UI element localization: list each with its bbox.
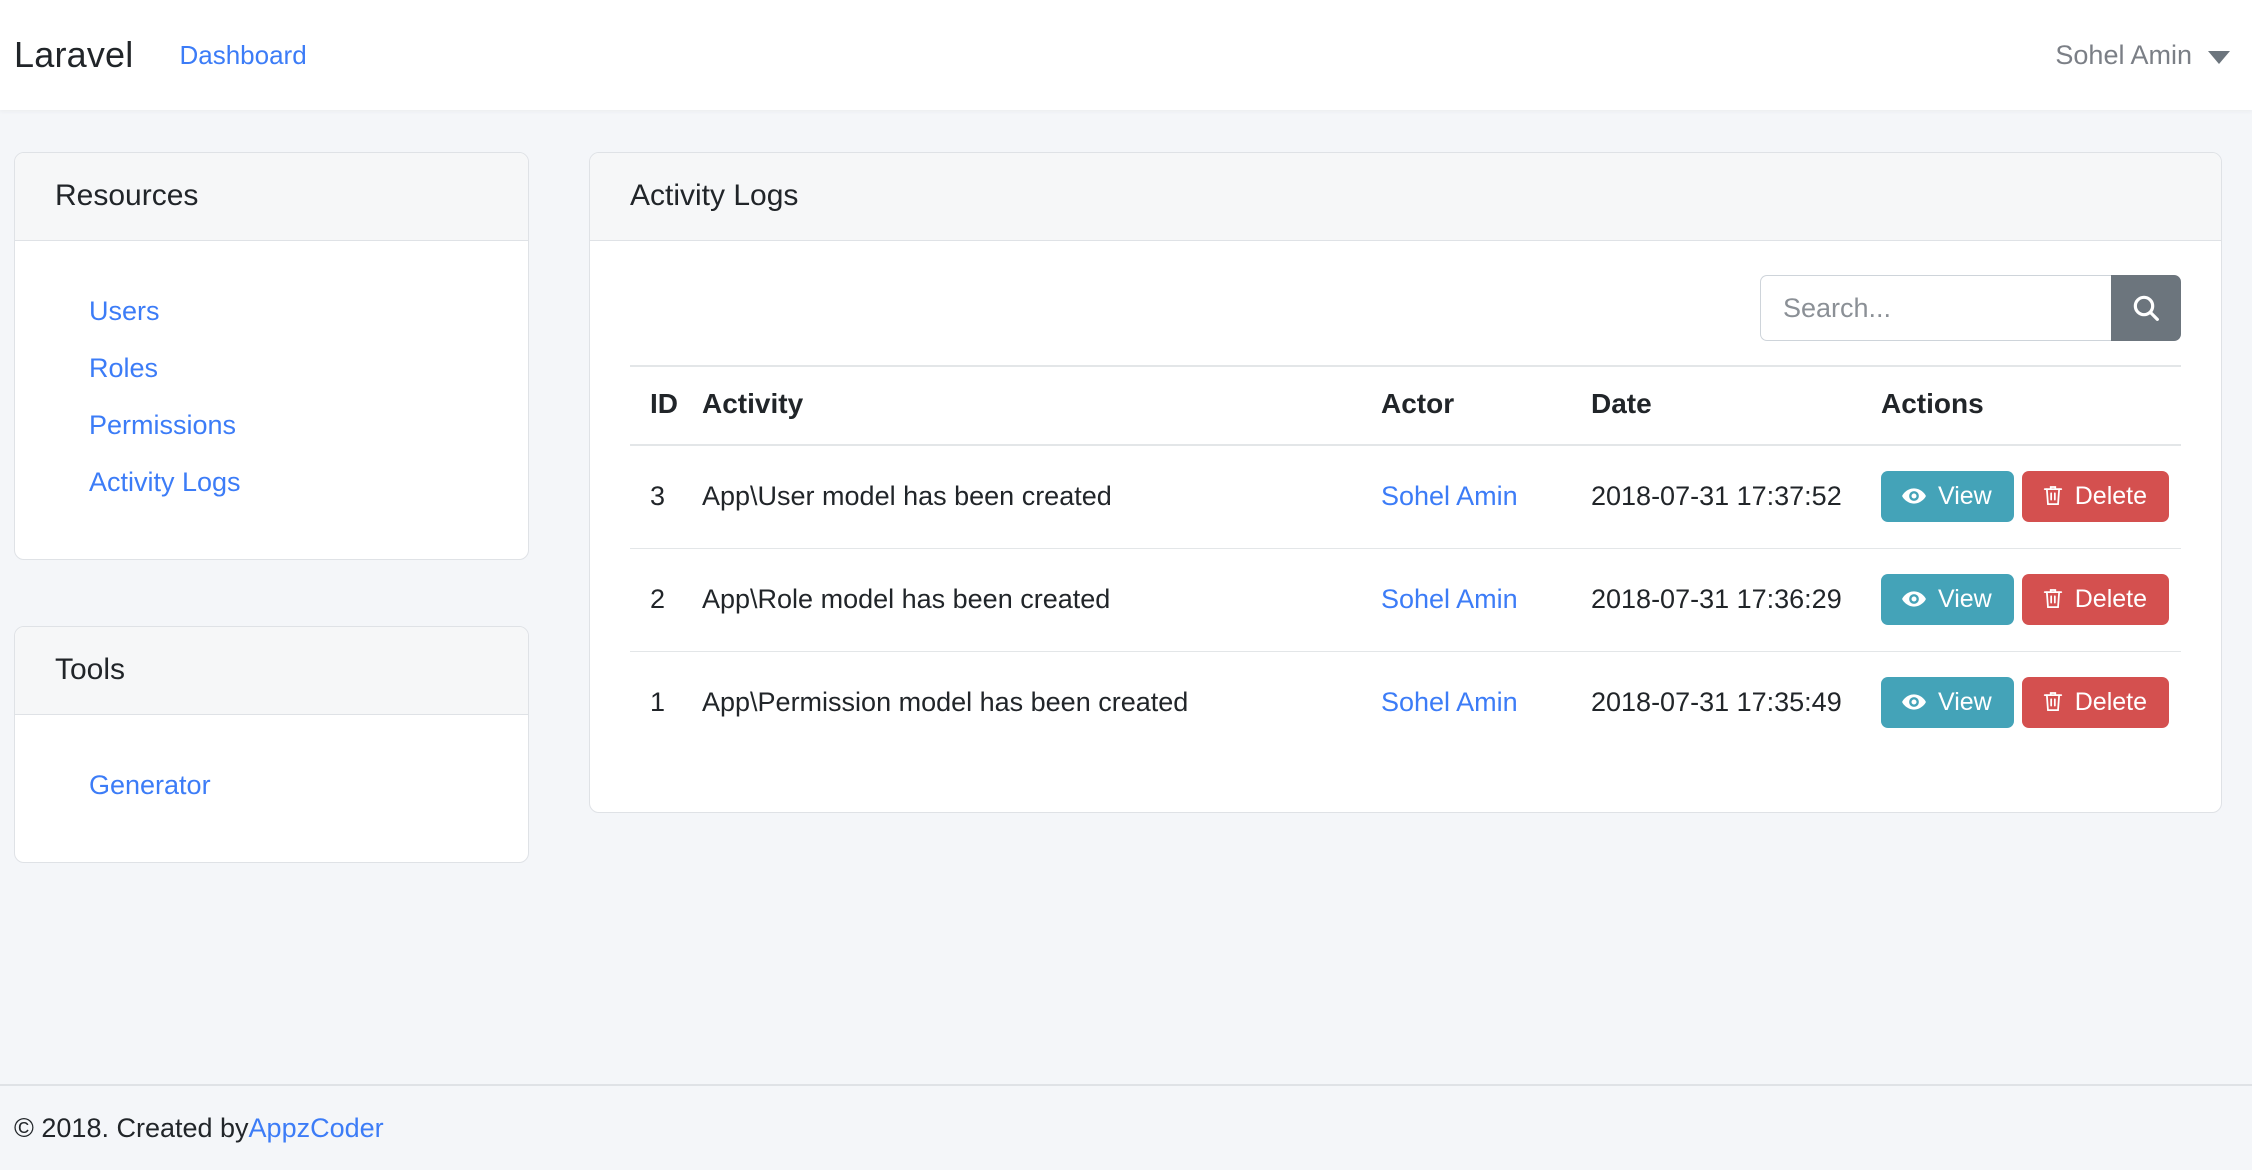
sidebar-card-resources-list: Users Roles Permissions Activity Logs: [15, 241, 528, 559]
actor-link[interactable]: Sohel Amin: [1381, 687, 1518, 717]
sidebar-item-label[interactable]: Generator: [89, 770, 211, 800]
navbar-right: Sohel Amin: [2055, 40, 2230, 71]
cell-activity: App\User model has been created: [702, 445, 1381, 549]
actor-link[interactable]: Sohel Amin: [1381, 481, 1518, 511]
cell-activity: App\Role model has been created: [702, 548, 1381, 652]
sidebar-item-label[interactable]: Permissions: [89, 410, 236, 440]
column-header-actor: Actor: [1381, 365, 1591, 446]
cell-actor: Sohel Amin: [1381, 652, 1591, 755]
cell-date: 2018-07-31 17:37:52: [1591, 445, 1881, 549]
trash-icon: [2042, 690, 2064, 714]
sidebar-item-generator[interactable]: Generator: [15, 757, 528, 814]
table-header-row: ID Activity Actor Date Actions: [630, 365, 2181, 446]
cell-date: 2018-07-31 17:35:49: [1591, 687, 1842, 717]
eye-icon: [1901, 483, 1927, 509]
primary-nav: Dashboard: [179, 40, 306, 71]
cell-id: 1: [650, 687, 666, 717]
table-head: ID Activity Actor Date Actions: [630, 365, 2181, 446]
sidebar-card-tools-list: Generator: [15, 715, 528, 862]
user-menu-label: Sohel Amin: [2055, 39, 2192, 70]
delete-button[interactable]: Delete: [2021, 677, 2170, 728]
cell-activity: App\Permission model has been created: [702, 687, 1189, 717]
delete-button-label: Delete: [2074, 584, 2148, 613]
activity-logs-table: ID Activity Actor Date Actions 3 App\Use…: [630, 365, 2181, 754]
cell-actor: Sohel Amin: [1381, 445, 1591, 549]
search-button[interactable]: [2111, 275, 2181, 341]
column-header-activity: Activity: [702, 365, 1381, 446]
column-header-id: ID: [630, 365, 702, 446]
sidebar-item-label[interactable]: Users: [89, 296, 160, 326]
sidebar-card-resources-title: Resources: [15, 153, 528, 241]
sidebar-item-users[interactable]: Users: [15, 283, 528, 340]
column-header-actions: Actions: [1881, 365, 2181, 446]
activity-logs-body: ID Activity Actor Date Actions 3 App\Use…: [590, 241, 2221, 812]
view-button[interactable]: View: [1881, 471, 2014, 522]
content-area: Resources Users Roles Permissions Activi…: [0, 110, 2252, 1084]
eye-icon: [1901, 689, 1927, 715]
nav-link-dashboard[interactable]: Dashboard: [179, 40, 306, 71]
top-navbar: Laravel Dashboard Sohel Amin: [0, 0, 2252, 110]
search-group: [1760, 275, 2181, 341]
delete-button-label: Delete: [2074, 481, 2148, 510]
cell-id: 3: [630, 445, 702, 549]
cell-date: 2018-07-31 17:36:29: [1591, 548, 1881, 652]
sidebar-item-label[interactable]: Roles: [89, 353, 158, 383]
page-footer: © 2018. Created by AppzCoder: [0, 1084, 2252, 1170]
delete-button[interactable]: Delete: [2021, 471, 2170, 522]
row-action-group: View Delete: [1881, 471, 2181, 522]
sidebar-item-roles[interactable]: Roles: [15, 340, 528, 397]
cell-actions: View Delete: [1881, 548, 2181, 652]
chevron-down-icon: [2208, 50, 2230, 64]
sidebar-card-tools-title: Tools: [15, 627, 528, 715]
view-button-label: View: [1938, 584, 1992, 613]
column-header-date: Date: [1591, 365, 1881, 446]
search-row: [630, 275, 2181, 341]
sidebar-card-resources: Resources Users Roles Permissions Activi…: [14, 152, 529, 560]
sidebar-card-tools: Tools Generator: [14, 626, 529, 863]
activity-logs-card: Activity Logs Search... ID Activity Acto…: [589, 152, 2222, 813]
sidebar-item-permissions[interactable]: Permissions: [15, 397, 528, 454]
delete-button[interactable]: Delete: [2021, 574, 2170, 625]
view-button-label: View: [1938, 481, 1992, 510]
table-row: 3 App\User model has been created Sohel …: [630, 445, 2181, 549]
table-row: 2 App\Role model has been created Sohel …: [630, 548, 2181, 652]
actor-link[interactable]: Sohel Amin: [1381, 584, 1518, 614]
cell-actions: View Delete: [1881, 652, 2181, 755]
search-input[interactable]: [1760, 275, 2112, 341]
user-menu-toggle[interactable]: Sohel Amin: [2055, 40, 2230, 71]
table-row: 1 App\Permission model has been created …: [630, 652, 2181, 755]
table-body: 3 App\User model has been created Sohel …: [630, 445, 2181, 754]
view-button[interactable]: View: [1881, 574, 2014, 625]
delete-button-label: Delete: [2074, 687, 2148, 716]
footer-link-appzcoder[interactable]: AppzCoder: [249, 1113, 384, 1144]
sidebar: Resources Users Roles Permissions Activi…: [14, 152, 529, 863]
page-title: Activity Logs: [590, 153, 2221, 241]
row-action-group: View Delete: [1881, 574, 2181, 625]
row-action-group: View Delete: [1881, 677, 2181, 728]
brand-logo[interactable]: Laravel: [14, 34, 133, 76]
sidebar-item-activity-logs[interactable]: Activity Logs: [15, 454, 528, 511]
main-panel: Activity Logs Search... ID Activity Acto…: [589, 152, 2222, 813]
trash-icon: [2042, 484, 2064, 508]
view-button[interactable]: View: [1881, 677, 2014, 728]
eye-icon: [1901, 586, 1927, 612]
cell-id: 2: [630, 548, 702, 652]
cell-actions: View Delete: [1881, 445, 2181, 549]
trash-icon: [2042, 587, 2064, 611]
sidebar-item-label[interactable]: Activity Logs: [89, 467, 241, 497]
search-icon: [2130, 292, 2162, 324]
cell-actor: Sohel Amin: [1381, 548, 1591, 652]
view-button-label: View: [1938, 687, 1992, 716]
page-root: Laravel Dashboard Sohel Amin Resources U…: [0, 0, 2252, 1170]
footer-text: © 2018. Created by: [14, 1112, 249, 1143]
